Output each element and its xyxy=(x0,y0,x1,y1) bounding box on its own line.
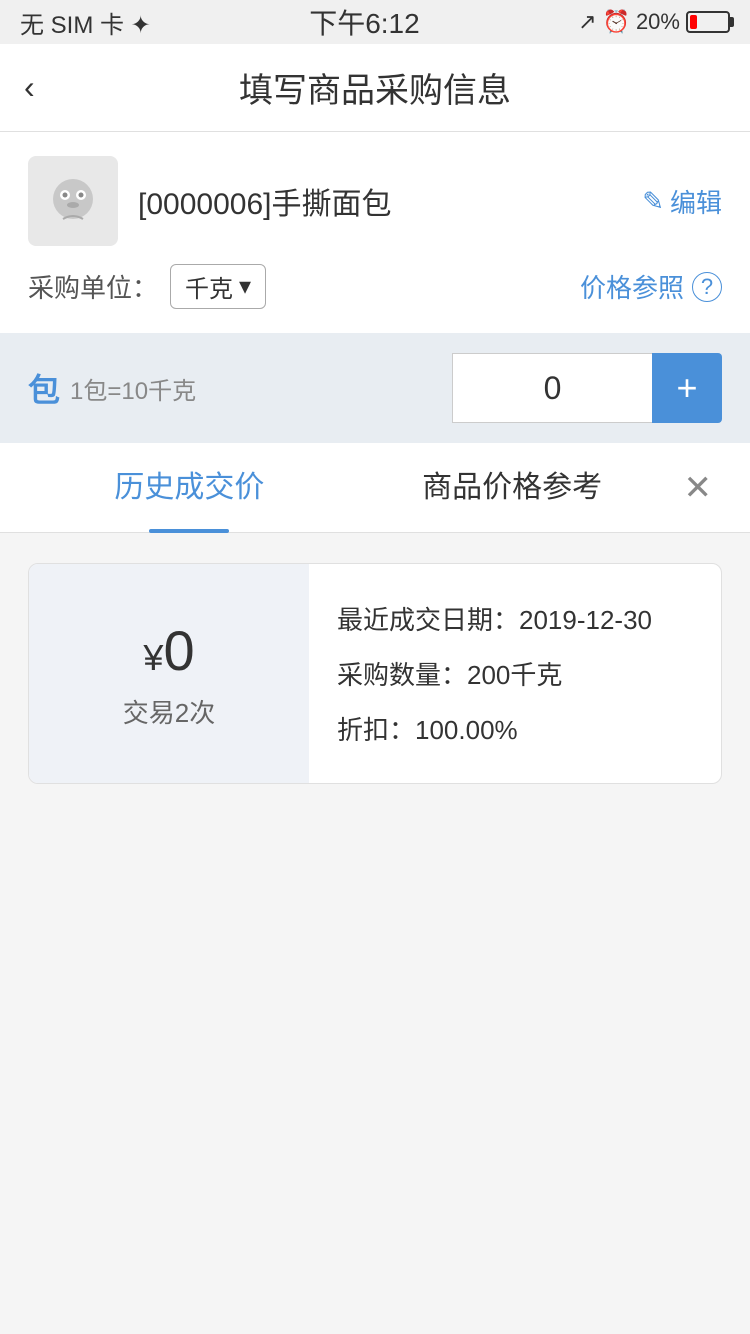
quantity-label: 包 1包=10千克 xyxy=(28,365,196,411)
help-icon: ? xyxy=(692,272,722,302)
recent-date-value: 2019-12-30 xyxy=(519,605,652,635)
quantity-bar: 包 1包=10千克 + xyxy=(0,333,750,443)
product-thumbnail xyxy=(28,156,118,246)
tab-history-price[interactable]: 历史成交价 xyxy=(28,443,351,533)
page-title: 填写商品采购信息 xyxy=(239,63,511,112)
price-ref-label: 价格参照 xyxy=(580,268,684,305)
chevron-down-icon: ▾ xyxy=(239,272,251,301)
price-reference-button[interactable]: 价格参照 ? xyxy=(580,268,722,305)
discount-label: 折扣： xyxy=(337,715,415,745)
tab-product-ref-label: 商品价格参考 xyxy=(422,471,602,504)
status-right: ↗ ⏰ 20% xyxy=(578,9,730,35)
quantity-input-group: + xyxy=(452,353,722,423)
alarm-icon: ⏰ xyxy=(603,9,630,35)
edit-button[interactable]: ✎ 编辑 xyxy=(642,183,722,220)
history-card: ¥0 交易2次 最近成交日期：2019-12-30 采购数量：200千克 折扣：… xyxy=(28,563,722,784)
yen-symbol: ¥ xyxy=(143,637,163,678)
status-time: 下午6:12 xyxy=(309,2,420,42)
purchase-qty-value: 200千克 xyxy=(467,660,562,690)
package-icon: 包 xyxy=(28,365,60,411)
status-bar: 无 SIM 卡 ✦ 下午6:12 ↗ ⏰ 20% xyxy=(0,0,750,44)
close-button[interactable]: ✕ xyxy=(674,443,723,533)
edit-icon: ✎ xyxy=(642,186,664,217)
purchase-qty-label: 采购数量： xyxy=(337,660,467,690)
unit-dropdown[interactable]: 千克 ▾ xyxy=(170,264,266,309)
history-details: 最近成交日期：2019-12-30 采购数量：200千克 折扣：100.00% xyxy=(309,564,721,783)
battery-icon xyxy=(686,11,730,33)
product-bottom: 采购单位： 千克 ▾ 价格参照 ? xyxy=(28,264,722,309)
history-price-summary: ¥0 交易2次 xyxy=(29,564,309,783)
main-content: ¥0 交易2次 最近成交日期：2019-12-30 采购数量：200千克 折扣：… xyxy=(0,533,750,1133)
trade-count: 交易2次 xyxy=(123,693,215,730)
unit-equivalence: 1包=10千克 xyxy=(70,371,196,406)
quantity-input[interactable] xyxy=(452,353,652,423)
sim-status: 无 SIM 卡 ✦ xyxy=(20,5,151,40)
location-icon: ↗ xyxy=(578,9,596,35)
quantity-plus-button[interactable]: + xyxy=(652,353,722,423)
purchase-unit: 采购单位： 千克 ▾ xyxy=(28,264,266,309)
product-card: [0000006]手撕面包 ✎ 编辑 采购单位： 千克 ▾ 价格参照 ? xyxy=(0,132,750,333)
back-button[interactable]: ‹ xyxy=(24,69,35,106)
tab-product-price-ref[interactable]: 商品价格参考 xyxy=(351,443,674,533)
discount-value: 100.00% xyxy=(415,715,518,745)
recent-date-row: 最近成交日期：2019-12-30 xyxy=(337,600,693,637)
unit-value: 千克 xyxy=(185,269,233,304)
edit-label: 编辑 xyxy=(670,183,722,220)
product-name: [0000006]手撕面包 xyxy=(138,179,391,223)
price-number: 0 xyxy=(163,619,194,682)
purchase-unit-label: 采购单位： xyxy=(28,268,158,305)
product-left: [0000006]手撕面包 xyxy=(28,156,391,246)
history-price-value: ¥0 xyxy=(143,618,194,683)
status-left: 无 SIM 卡 ✦ xyxy=(20,5,151,40)
product-top: [0000006]手撕面包 ✎ 编辑 xyxy=(28,156,722,246)
history-section: ¥0 交易2次 最近成交日期：2019-12-30 采购数量：200千克 折扣：… xyxy=(0,533,750,814)
tab-history-label: 历史成交价 xyxy=(114,471,264,504)
tabs-area: 历史成交价 商品价格参考 ✕ xyxy=(0,443,750,533)
purchase-qty-row: 采购数量：200千克 xyxy=(337,655,693,692)
discount-row: 折扣：100.00% xyxy=(337,710,693,747)
header: ‹ 填写商品采购信息 xyxy=(0,44,750,132)
battery-percent: 20% xyxy=(636,9,680,35)
recent-date-label: 最近成交日期： xyxy=(337,605,519,635)
